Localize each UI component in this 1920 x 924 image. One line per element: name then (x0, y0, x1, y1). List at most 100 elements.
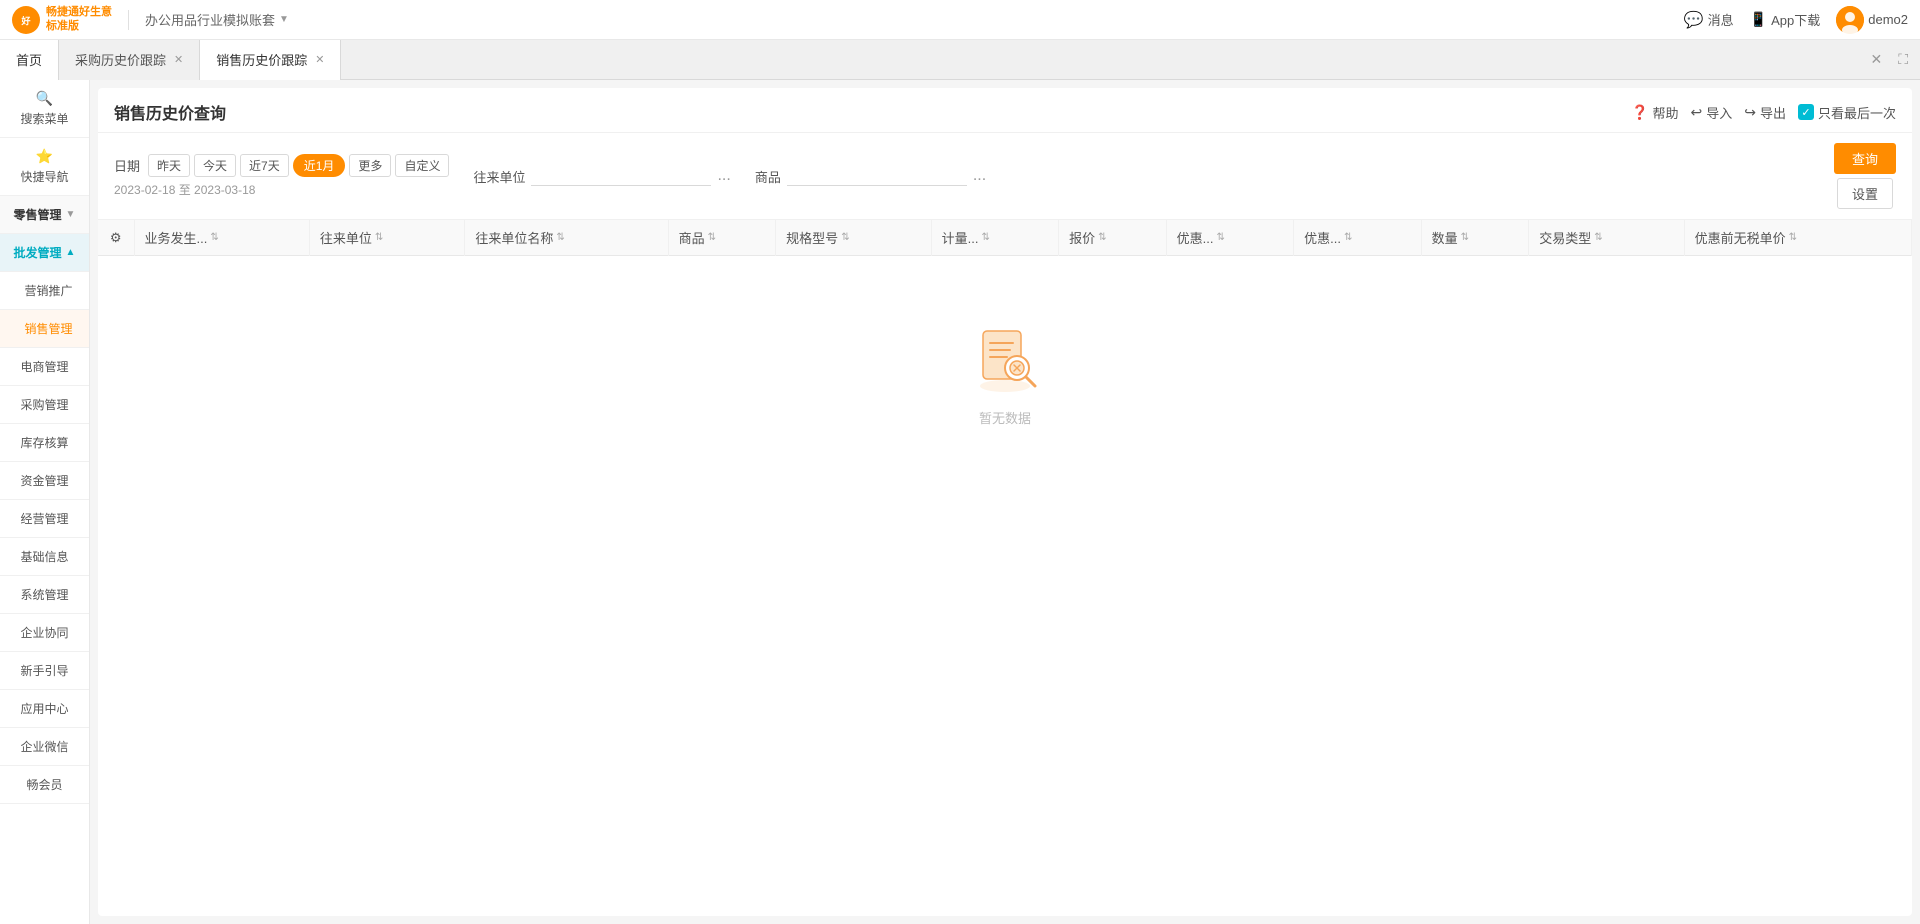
sidebar-item-marketing[interactable]: 营销推广 (0, 272, 89, 310)
col-counterpart-code[interactable]: 往来单位 ⇅ (309, 220, 464, 256)
tab-close-sales[interactable]: ✕ (315, 53, 324, 66)
date-btn-yesterday[interactable]: 昨天 (148, 154, 190, 177)
message-action[interactable]: 💬 消息 (1684, 10, 1734, 30)
sort-icon: ⇅ (1594, 232, 1602, 243)
col-quantity-label: 数量 (1432, 228, 1458, 247)
sort-icon: ⇅ (1461, 232, 1469, 243)
sidebar-item-retail-mgmt[interactable]: 零售管理 ▼ (0, 196, 89, 234)
only-last-toggle[interactable]: ✓ 只看最后一次 (1798, 103, 1896, 122)
help-icon: ❓ (1631, 104, 1648, 121)
sidebar-item-enterprise-wechat[interactable]: 企业微信 (0, 728, 89, 766)
date-btn-more[interactable]: 更多 (349, 154, 391, 177)
app-download-action[interactable]: 📱 App下载 (1750, 10, 1821, 29)
goods-input[interactable] (787, 166, 967, 186)
logo-icon: 好 (12, 6, 40, 34)
col-discount2-label: 优惠... (1304, 228, 1341, 247)
date-btn-today[interactable]: 今天 (194, 154, 236, 177)
export-label: 导出 (1760, 103, 1786, 122)
export-btn[interactable]: ↪ 导出 (1744, 103, 1786, 122)
tab-sales-history[interactable]: 销售历史价跟踪 ✕ (200, 40, 341, 80)
filter-right-actions: 查询 设置 (1834, 143, 1896, 209)
chevron-up-icon: ▲ (66, 247, 76, 258)
col-goods[interactable]: 商品 ⇅ (668, 220, 776, 256)
counterpart-input[interactable] (531, 166, 711, 186)
sort-icon: ⇅ (375, 232, 383, 243)
counterpart-filter: 往来单位 ... (473, 166, 730, 186)
col-counterpart-code-label: 往来单位 (320, 228, 372, 247)
sort-icon: ⇅ (1098, 232, 1106, 243)
app-download-label: App下载 (1771, 10, 1820, 29)
sidebar-item-basic-info[interactable]: 基础信息 (0, 538, 89, 576)
empty-text: 暂无数据 (979, 408, 1031, 427)
gear-icon[interactable]: ⚙ (110, 230, 122, 245)
workspace-selector[interactable]: 办公用品行业模拟账套 ▼ (145, 10, 289, 29)
sidebar-item-beginner[interactable]: 新手引导 (0, 652, 89, 690)
sidebar-item-wholesale-mgmt[interactable]: 批发管理 ▲ (0, 234, 89, 272)
sidebar-label-sales: 销售管理 (24, 320, 72, 337)
help-btn[interactable]: ❓ 帮助 (1631, 103, 1678, 122)
sidebar-item-purchase[interactable]: 采购管理 (0, 386, 89, 424)
sidebar-item-system[interactable]: 系统管理 (0, 576, 89, 614)
only-last-label: 只看最后一次 (1818, 103, 1896, 122)
tab-close-all-btn[interactable]: ✕ (1866, 47, 1886, 72)
col-discount2[interactable]: 优惠... ⇅ (1294, 220, 1422, 256)
sidebar-item-quick-nav[interactable]: ⭐ 快捷导航 (0, 138, 89, 196)
import-icon: ↩ (1690, 104, 1702, 121)
sidebar-item-search-menu[interactable]: 🔍 搜索菜单 (0, 80, 89, 138)
col-counterpart-name[interactable]: 往来单位名称 ⇅ (465, 220, 668, 256)
empty-state: 暂无数据 (98, 256, 1912, 487)
goods-dots-btn[interactable]: ... (973, 167, 986, 185)
export-icon: ↪ (1744, 104, 1756, 121)
sort-icon: ⇅ (210, 232, 218, 243)
header-left: 好 畅捷通好生意 标准版 办公用品行业模拟账套 ▼ (12, 6, 289, 34)
sidebar-item-member[interactable]: 畅会员 (0, 766, 89, 804)
col-goods-label: 商品 (679, 228, 705, 247)
col-quoted-price-label: 报价 (1069, 228, 1095, 247)
col-unit[interactable]: 计量... ⇅ (931, 220, 1059, 256)
counterpart-dots-btn[interactable]: ... (717, 167, 730, 185)
col-quantity[interactable]: 数量 ⇅ (1421, 220, 1529, 256)
logo-area: 好 畅捷通好生意 标准版 (12, 6, 112, 34)
date-btn-custom[interactable]: 自定义 (395, 154, 449, 177)
date-range-text: 2023-02-18 至 2023-03-18 (114, 181, 449, 198)
sidebar-item-enterprise-coop[interactable]: 企业协同 (0, 614, 89, 652)
tab-purchase-history[interactable]: 采购历史价跟踪 ✕ (59, 40, 200, 80)
sidebar: 🔍 搜索菜单 ⭐ 快捷导航 零售管理 ▼ 批发管理 ▲ 营销推广 销售管理 电商… (0, 80, 90, 924)
col-biz-date[interactable]: 业务发生... ⇅ (134, 220, 309, 256)
date-buttons: 昨天 今天 近7天 近1月 更多 自定义 (148, 154, 449, 177)
header-right: 💬 消息 📱 App下载 demo2 (1684, 6, 1908, 34)
col-pretax-price[interactable]: 优惠前无税单价 ⇅ (1684, 220, 1911, 256)
search-icon: 🔍 (36, 90, 53, 107)
col-trade-type[interactable]: 交易类型 ⇅ (1529, 220, 1684, 256)
col-settings[interactable]: ⚙ (98, 220, 134, 256)
sidebar-label-member: 畅会员 (26, 776, 62, 793)
import-btn[interactable]: ↩ 导入 (1690, 103, 1732, 122)
sidebar-item-ecommerce[interactable]: 电商管理 (0, 348, 89, 386)
sidebar-label-wholesale: 批发管理 (14, 244, 62, 261)
sidebar-label-beginner: 新手引导 (20, 662, 68, 679)
date-btn-1month[interactable]: 近1月 (293, 154, 346, 177)
header-divider (128, 10, 129, 30)
sidebar-item-app-center[interactable]: 应用中心 (0, 690, 89, 728)
user-action[interactable]: demo2 (1836, 6, 1908, 34)
download-icon: 📱 (1750, 11, 1767, 28)
settings-button[interactable]: 设置 (1837, 178, 1893, 209)
col-spec[interactable]: 规格型号 ⇅ (776, 220, 931, 256)
col-quoted-price[interactable]: 报价 ⇅ (1059, 220, 1167, 256)
sidebar-item-inventory[interactable]: 库存核算 (0, 424, 89, 462)
sort-icon: ⇅ (1217, 232, 1225, 243)
tab-close-purchase[interactable]: ✕ (174, 53, 183, 66)
filter-area: 日期 昨天 今天 近7天 近1月 更多 自定义 2023-02-18 至 202… (98, 133, 1912, 220)
page-header: 销售历史价查询 ❓ 帮助 ↩ 导入 ↪ 导出 ✓ (98, 88, 1912, 133)
sidebar-item-finance[interactable]: 资金管理 (0, 462, 89, 500)
sidebar-item-business[interactable]: 经营管理 (0, 500, 89, 538)
tab-home[interactable]: 首页 (0, 40, 59, 80)
tab-maximize-btn[interactable]: ⛶ (1894, 47, 1912, 72)
col-discount1[interactable]: 优惠... ⇅ (1166, 220, 1294, 256)
only-last-checkbox[interactable]: ✓ (1798, 104, 1814, 120)
date-btn-7days[interactable]: 近7天 (240, 154, 289, 177)
query-button[interactable]: 查询 (1834, 143, 1896, 174)
col-discount1-label: 优惠... (1177, 228, 1214, 247)
logo-text: 畅捷通好生意 标准版 (46, 6, 112, 32)
sidebar-item-sales-mgmt[interactable]: 销售管理 (0, 310, 89, 348)
